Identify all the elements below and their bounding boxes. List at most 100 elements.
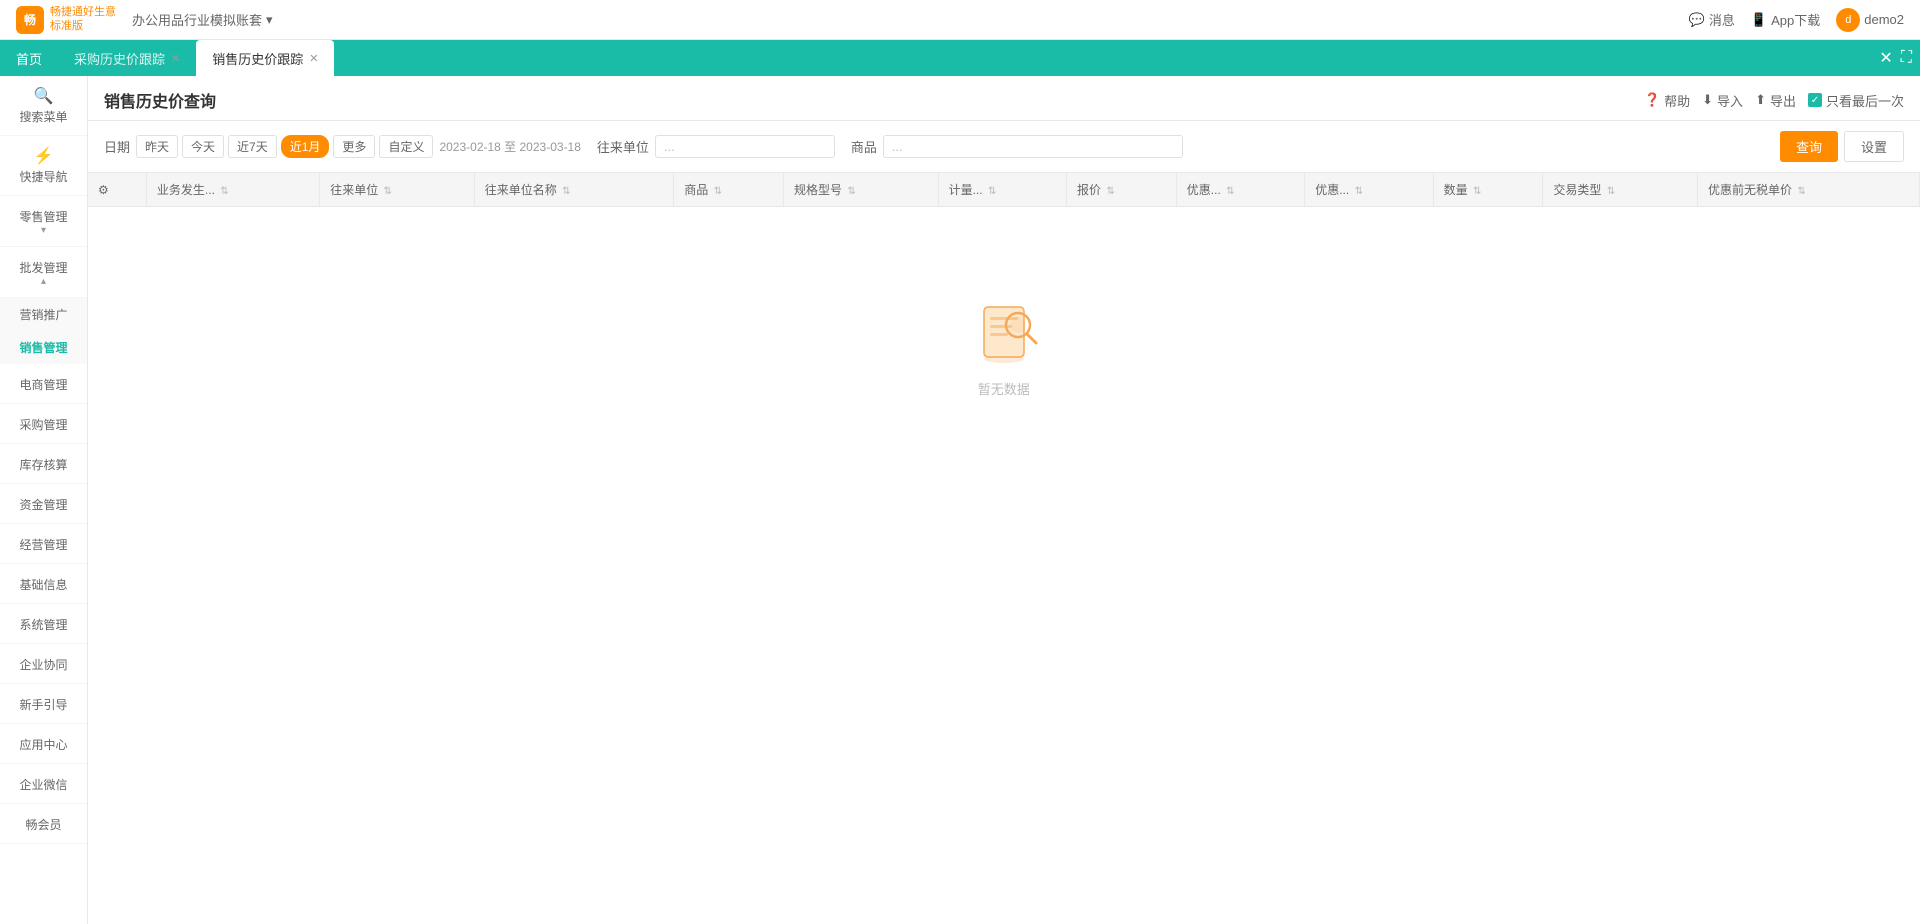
export-button[interactable]: ⬆ 导出	[1755, 91, 1796, 110]
sidebar-item-wholesale[interactable]: 批发管理 ▴	[0, 247, 87, 298]
sort-icon: ⇅	[384, 186, 392, 197]
sidebar-item-cooperation[interactable]: 企业协同	[0, 644, 87, 684]
date-custom[interactable]: 自定义	[379, 135, 433, 158]
partner-label: 往来单位	[597, 137, 649, 156]
date-1month[interactable]: 近1月	[281, 135, 330, 158]
sidebar-item-sales-mgmt[interactable]: 销售管理	[0, 331, 87, 364]
close-window-icon[interactable]: ✕	[1879, 48, 1892, 68]
sort-icon: ⇅	[220, 186, 228, 197]
partner-input[interactable]: ...	[655, 135, 835, 158]
empty-state-cell: 暂无数据	[88, 207, 1920, 479]
product-filter-group: 商品 ...	[851, 135, 1183, 158]
date-today[interactable]: 今天	[182, 135, 224, 158]
col-discount2[interactable]: 优惠... ⇅	[1305, 173, 1433, 207]
col-quote[interactable]: 报价 ⇅	[1067, 173, 1177, 207]
top-bar-left: 畅 畅捷通好生意 标准版 办公用品行业模拟账套 ▾	[16, 6, 281, 34]
sort-icon: ⇅	[988, 186, 996, 197]
sort-icon: ⇅	[714, 186, 722, 197]
tab-bar: 首页 采购历史价跟踪 ✕ 销售历史价跟踪 ✕ ✕ ⛶	[0, 40, 1920, 76]
message-button[interactable]: 💬 消息	[1689, 10, 1735, 29]
sidebar-item-shortcut[interactable]: ⚡ 快捷导航	[0, 136, 87, 196]
tab-sales[interactable]: 销售历史价跟踪 ✕	[196, 40, 334, 76]
close-sales-tab[interactable]: ✕	[309, 52, 318, 65]
close-purchase-tab[interactable]: ✕	[171, 52, 180, 65]
col-discount1[interactable]: 优惠... ⇅	[1176, 173, 1304, 207]
col-partner-name[interactable]: 往来单位名称 ⇅	[474, 173, 673, 207]
date-more[interactable]: 更多	[333, 135, 375, 158]
sidebar: 🔍 搜索菜单 ⚡ 快捷导航 零售管理 ▾ 批发管理 ▴ 营销推广 销售管理 电商…	[0, 76, 88, 924]
tab-end-buttons: ✕ ⛶	[1879, 48, 1920, 68]
app-selector[interactable]: 办公用品行业模拟账套 ▾	[124, 10, 281, 29]
sort-icon: ⇅	[847, 186, 855, 197]
col-gear[interactable]: ⚙	[88, 173, 146, 207]
product-input[interactable]: ...	[883, 135, 1183, 158]
chevron-down-icon: ▾	[0, 225, 87, 236]
filter-actions: 查询 设置	[1780, 131, 1904, 162]
date-7days[interactable]: 近7天	[228, 135, 277, 158]
sidebar-item-system[interactable]: 系统管理	[0, 604, 87, 644]
product-input-placeholder: ...	[892, 139, 903, 154]
partner-input-placeholder: ...	[664, 139, 675, 154]
download-icon: 📱	[1751, 12, 1767, 28]
app-download-button[interactable]: 📱 App下载	[1751, 10, 1820, 29]
empty-illustration	[964, 287, 1044, 367]
help-button[interactable]: ❓ 帮助	[1644, 91, 1690, 110]
sort-icon: ⇅	[1473, 186, 1481, 197]
logo-icon: 畅	[16, 6, 44, 34]
empty-state: 暂无数据	[88, 207, 1920, 478]
chevron-down-icon: ▾	[266, 12, 273, 28]
col-qty[interactable]: 数量 ⇅	[1433, 173, 1543, 207]
sort-icon: ⇅	[1355, 186, 1363, 197]
product-label: 商品	[851, 137, 877, 156]
import-button[interactable]: ⬇ 导入	[1702, 91, 1743, 110]
export-icon: ⬆	[1755, 92, 1766, 108]
sidebar-item-finance[interactable]: 资金管理	[0, 484, 87, 524]
sort-icon: ⇅	[1226, 186, 1234, 197]
date-range-display: 2023-02-18 至 2023-03-18	[439, 138, 580, 155]
sidebar-item-business[interactable]: 经营管理	[0, 524, 87, 564]
sidebar-item-wechat[interactable]: 企业微信	[0, 764, 87, 804]
user-avatar-area[interactable]: d demo2	[1836, 8, 1904, 32]
data-table: ⚙ 业务发生... ⇅ 往来单位 ⇅ 往来单位名称 ⇅	[88, 173, 1920, 478]
sidebar-item-ecommerce[interactable]: 电商管理	[0, 364, 87, 404]
logo-area: 畅 畅捷通好生意 标准版	[16, 6, 116, 34]
page-title: 销售历史价查询	[104, 88, 216, 112]
col-pre-tax-price[interactable]: 优惠前无税单价 ⇅	[1698, 173, 1920, 207]
sidebar-item-marketing[interactable]: 营销推广	[0, 298, 87, 331]
only-last-checkbox[interactable]: ✓	[1808, 93, 1822, 107]
sidebar-item-inventory[interactable]: 库存核算	[0, 444, 87, 484]
col-partner[interactable]: 往来单位 ⇅	[320, 173, 475, 207]
query-button[interactable]: 查询	[1780, 131, 1838, 162]
content-area: 销售历史价查询 ❓ 帮助 ⬇ 导入 ⬆ 导出 ✓ 只看最后一次	[88, 76, 1920, 924]
sidebar-item-retail[interactable]: 零售管理 ▾	[0, 196, 87, 247]
col-spec[interactable]: 规格型号 ⇅	[783, 173, 938, 207]
tab-purchase[interactable]: 采购历史价跟踪 ✕	[58, 40, 196, 76]
maximize-icon[interactable]: ⛶	[1901, 49, 1912, 67]
chevron-up-icon: ▴	[0, 276, 87, 287]
date-label: 日期	[104, 137, 130, 156]
sidebar-item-apps[interactable]: 应用中心	[0, 724, 87, 764]
date-yesterday[interactable]: 昨天	[136, 135, 178, 158]
sidebar-item-newbie[interactable]: 新手引导	[0, 684, 87, 724]
col-biz-date[interactable]: 业务发生... ⇅	[146, 173, 319, 207]
table-container: ⚙ 业务发生... ⇅ 往来单位 ⇅ 往来单位名称 ⇅	[88, 173, 1920, 924]
top-bar: 畅 畅捷通好生意 标准版 办公用品行业模拟账套 ▾ 💬 消息 📱 App下载 d…	[0, 0, 1920, 40]
page-actions: ❓ 帮助 ⬇ 导入 ⬆ 导出 ✓ 只看最后一次	[1644, 91, 1904, 110]
col-unit[interactable]: 计量... ⇅	[938, 173, 1066, 207]
filter-bar: 日期 昨天 今天 近7天 近1月 更多 自定义 2023-02-18 至 202…	[88, 121, 1920, 173]
sidebar-item-purchase[interactable]: 采购管理	[0, 404, 87, 444]
sidebar-item-basic[interactable]: 基础信息	[0, 564, 87, 604]
sort-icon: ⇅	[562, 186, 570, 197]
setting-button[interactable]: 设置	[1844, 131, 1904, 162]
message-icon: 💬	[1689, 12, 1705, 28]
col-trade-type[interactable]: 交易类型 ⇅	[1543, 173, 1698, 207]
only-last-checkbox-group[interactable]: ✓ 只看最后一次	[1808, 91, 1904, 110]
shortcut-icon: ⚡	[0, 146, 87, 166]
date-button-group: 昨天 今天 近7天 近1月 更多 自定义	[136, 135, 433, 158]
col-product[interactable]: 商品 ⇅	[674, 173, 784, 207]
sort-icon: ⇅	[1607, 186, 1615, 197]
sidebar-item-search[interactable]: 🔍 搜索菜单	[0, 76, 87, 136]
avatar: d	[1836, 8, 1860, 32]
sidebar-item-member[interactable]: 畅会员	[0, 804, 87, 844]
tab-home[interactable]: 首页	[0, 40, 58, 76]
